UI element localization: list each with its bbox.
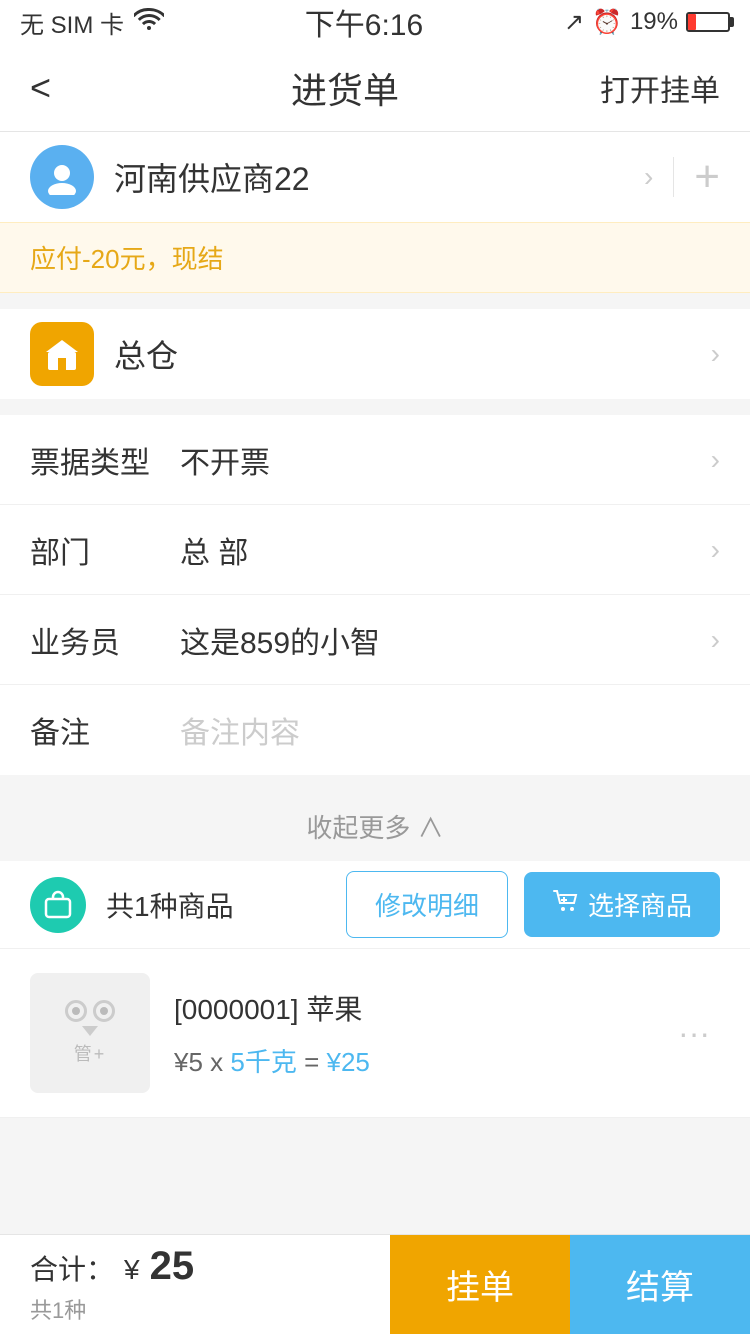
total-amount: 25 — [150, 1244, 195, 1289]
page-title: 进货单 — [291, 62, 399, 114]
supplier-chevron-icon: › — [644, 161, 653, 193]
product-name: [0000001] 苹果 — [174, 988, 668, 1028]
back-button[interactable]: < — [30, 67, 90, 109]
status-bar: 无 SIM 卡 下午6:16 ↗ ⏰ 19% — [0, 0, 750, 44]
warehouse-chevron-icon: › — [711, 338, 720, 370]
warehouse-section: 总仓 › — [0, 309, 750, 399]
nav-bar: < 进货单 打开挂单 — [0, 44, 750, 132]
footer: 合计： ¥ 25 共1种 挂单 结算 — [0, 1234, 750, 1334]
product-info: [0000001] 苹果 ¥5 x 5千克 = ¥25 — [174, 988, 668, 1079]
select-product-label: 选择商品 — [588, 886, 692, 923]
remark-label: 备注 — [30, 708, 150, 752]
price-value: ¥5 — [174, 1047, 203, 1077]
product-title: 苹果 — [306, 994, 362, 1025]
product-section: 共1种商品 修改明细 选择商品 管+ — [0, 861, 750, 1118]
suspend-button[interactable]: 挂单 — [390, 1235, 570, 1334]
wifi-icon — [134, 8, 164, 37]
footer-sub-label: 共1种 — [30, 1293, 360, 1325]
edit-detail-button[interactable]: 修改明细 — [346, 871, 508, 938]
supplier-section: 河南供应商22 › + 应付-20元，现结 — [0, 132, 750, 293]
footer-total: 合计： ¥ 25 共1种 — [0, 1235, 390, 1334]
warehouse-icon — [30, 322, 94, 386]
total-label: 合计： — [30, 1248, 114, 1288]
supplier-row[interactable]: 河南供应商22 › + — [0, 132, 750, 222]
status-left: 无 SIM 卡 — [20, 5, 164, 40]
open-pending-button[interactable]: 打开挂单 — [600, 66, 720, 110]
remark-row[interactable]: 备注 备注内容 — [0, 685, 750, 775]
select-product-button[interactable]: 选择商品 — [524, 872, 720, 937]
quantity-value: 5千克 — [230, 1047, 296, 1077]
status-right: ↗ ⏰ 19% — [564, 8, 730, 37]
product-price: ¥5 x 5千克 = ¥25 — [174, 1042, 668, 1079]
total-line: 合计： ¥ 25 — [30, 1244, 360, 1289]
avatar — [30, 145, 94, 209]
battery-percent: 19% — [630, 8, 678, 36]
total-value: ¥25 — [327, 1047, 370, 1077]
checkout-button[interactable]: 结算 — [570, 1235, 750, 1334]
department-chevron-icon: › — [711, 534, 720, 566]
divider — [673, 157, 674, 197]
checkout-label: 结算 — [626, 1260, 694, 1309]
total-symbol: ¥ — [124, 1254, 140, 1286]
location-icon: ↗ — [564, 8, 584, 37]
alarm-icon: ⏰ — [592, 8, 622, 37]
remark-placeholder: 备注内容 — [150, 708, 720, 752]
warning-banner: 应付-20元，现结 — [0, 222, 750, 293]
price-separator: x — [210, 1047, 230, 1077]
collapse-label: 收起更多 ∧ — [306, 808, 443, 845]
product-more-button[interactable]: ··· — [668, 1005, 720, 1062]
invoice-type-label: 票据类型 — [30, 438, 150, 482]
product-count-label: 共1种商品 — [106, 885, 346, 925]
warehouse-row[interactable]: 总仓 › — [0, 309, 750, 399]
collapse-button[interactable]: 收起更多 ∧ — [0, 791, 750, 861]
product-code: [0000001] — [174, 994, 299, 1025]
salesperson-label: 业务员 — [30, 618, 150, 662]
invoice-type-value: 不开票 — [150, 438, 711, 482]
invoice-chevron-icon: › — [711, 444, 720, 476]
department-label: 部门 — [30, 528, 150, 572]
price-equals: = — [304, 1047, 326, 1077]
cart-icon — [552, 889, 580, 920]
salesperson-chevron-icon: › — [711, 624, 720, 656]
product-header: 共1种商品 修改明细 选择商品 — [0, 861, 750, 949]
product-thumbnail: 管+ — [30, 973, 150, 1093]
department-row[interactable]: 部门 总 部 › — [0, 505, 750, 595]
product-item: 管+ [0000001] 苹果 ¥5 x 5千克 = ¥25 ··· — [0, 949, 750, 1118]
add-supplier-button[interactable]: + — [694, 152, 720, 202]
salesperson-row[interactable]: 业务员 这是859的小智 › — [0, 595, 750, 685]
battery-icon — [686, 12, 730, 32]
main-content: 河南供应商22 › + 应付-20元，现结 总仓 › 票据类型 不开票 › 部门… — [0, 132, 750, 1234]
carrier-text: 无 SIM 卡 — [20, 5, 124, 40]
warehouse-name: 总仓 — [114, 331, 711, 377]
salesperson-value: 这是859的小智 — [150, 618, 711, 662]
department-value: 总 部 — [150, 528, 711, 572]
form-section: 票据类型 不开票 › 部门 总 部 › 业务员 这是859的小智 › 备注 备注… — [0, 415, 750, 775]
invoice-type-row[interactable]: 票据类型 不开票 › — [0, 415, 750, 505]
status-time: 下午6:16 — [305, 0, 423, 44]
product-bag-icon — [30, 877, 86, 933]
suspend-label: 挂单 — [446, 1260, 514, 1309]
supplier-name: 河南供应商22 — [114, 154, 644, 200]
